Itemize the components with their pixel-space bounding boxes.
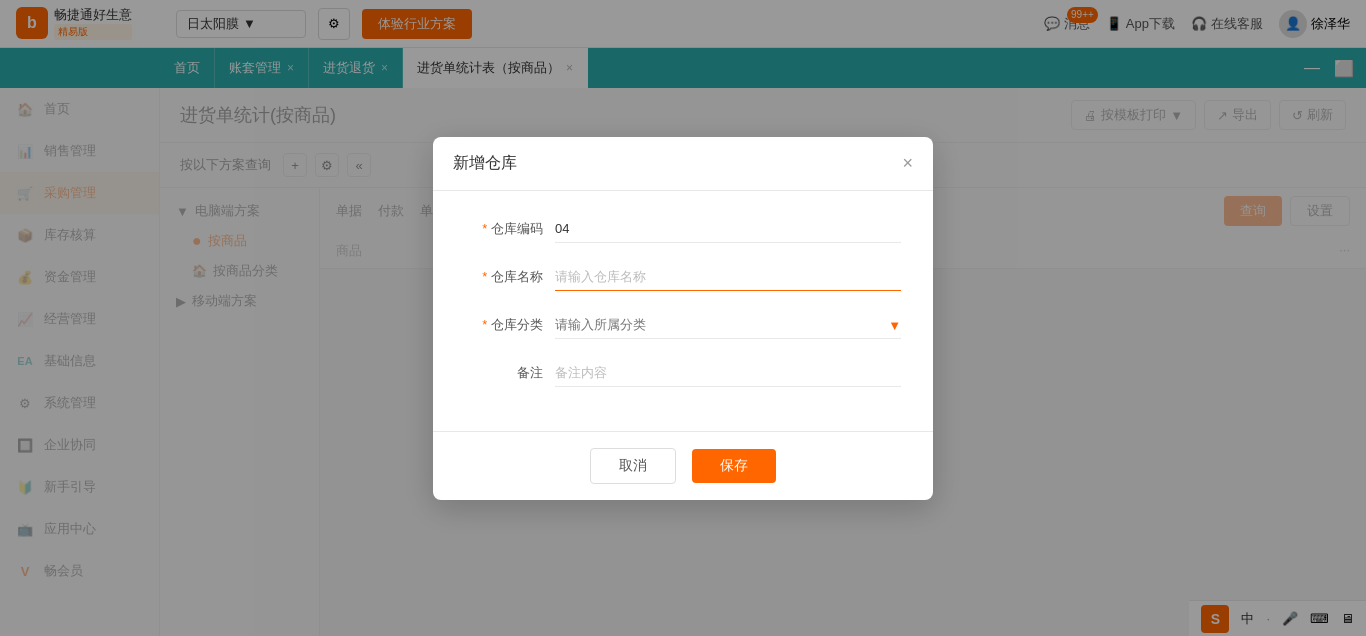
warehouse-category-input[interactable] xyxy=(555,311,901,339)
warehouse-name-row: * 仓库名称 xyxy=(465,263,901,291)
cancel-button[interactable]: 取消 xyxy=(590,448,676,484)
warehouse-name-label: * 仓库名称 xyxy=(465,268,555,286)
warehouse-category-label: * 仓库分类 xyxy=(465,316,555,334)
warehouse-category-row: * 仓库分类 ▼ xyxy=(465,311,901,339)
modal-header: 新增仓库 × xyxy=(433,137,933,191)
warehouse-code-input[interactable] xyxy=(555,215,901,243)
remark-row: 备注 xyxy=(465,359,901,387)
modal-close-button[interactable]: × xyxy=(902,154,913,172)
modal-footer: 取消 保存 xyxy=(433,431,933,500)
warehouse-name-input[interactable] xyxy=(555,263,901,291)
warehouse-code-label: * 仓库编码 xyxy=(465,220,555,238)
save-button[interactable]: 保存 xyxy=(692,449,776,483)
modal-overlay: 新增仓库 × * 仓库编码 * 仓库名称 xyxy=(0,0,1366,636)
modal-body: * 仓库编码 * 仓库名称 * 仓库分类 xyxy=(433,191,933,431)
category-dropdown-arrow: ▼ xyxy=(888,317,901,332)
add-warehouse-modal: 新增仓库 × * 仓库编码 * 仓库名称 xyxy=(433,137,933,500)
remark-input[interactable] xyxy=(555,359,901,387)
warehouse-category-select-wrapper: ▼ xyxy=(555,311,901,339)
warehouse-code-row: * 仓库编码 xyxy=(465,215,901,243)
remark-label: 备注 xyxy=(465,364,555,382)
modal-title: 新增仓库 xyxy=(453,153,517,174)
